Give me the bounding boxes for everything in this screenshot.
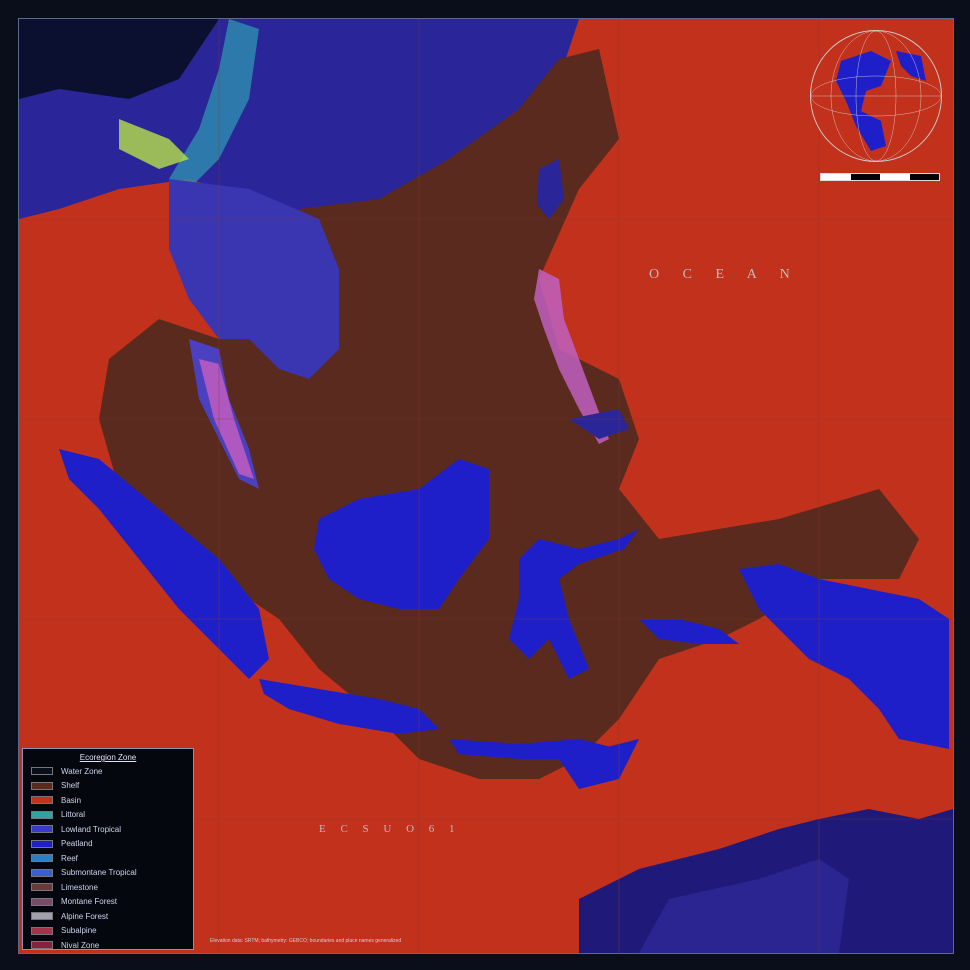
scale-segment xyxy=(880,174,910,180)
legend-item: Lowland Tropical xyxy=(23,822,193,837)
map-credits: Elevation data: SRTM; bathymetry: GEBCO;… xyxy=(210,938,402,944)
scale-bar xyxy=(820,173,940,181)
legend-item: Nival Zone xyxy=(23,938,193,953)
legend-label: Basin xyxy=(61,795,82,805)
map-frame: O C E A N E C S U O 6 1 Ecoregion Zone W… xyxy=(0,0,970,970)
legend-item: Alpine Forest xyxy=(23,909,193,924)
legend-rows: Water Zone Shelf Basin Littoral Lowland Trop… xyxy=(23,764,193,953)
legend-swatch xyxy=(31,883,53,892)
legend-swatch xyxy=(31,825,53,834)
scale-segment xyxy=(821,174,851,180)
legend-swatch xyxy=(31,926,53,935)
legend-title: Ecoregion Zone xyxy=(79,753,137,762)
legend-label: Littoral xyxy=(61,810,86,820)
legend-label: Alpine Forest xyxy=(61,911,109,921)
legend-item: Basin xyxy=(23,793,193,808)
legend-swatch xyxy=(31,796,53,805)
legend-swatch xyxy=(31,839,53,848)
legend-item: Subalpine xyxy=(23,924,193,939)
legend-label: Lowland Tropical xyxy=(61,824,122,834)
legend-label: Water Zone xyxy=(61,766,103,776)
legend-swatch xyxy=(31,767,53,776)
legend-swatch xyxy=(31,810,53,819)
legend-swatch xyxy=(31,868,53,877)
legend-swatch xyxy=(31,941,53,950)
legend-item: Littoral xyxy=(23,808,193,823)
legend-item: Submontane Tropical xyxy=(23,866,193,881)
legend-label: Subalpine xyxy=(61,926,97,936)
legend-item: Water Zone xyxy=(23,764,193,779)
legend-label: Limestone xyxy=(61,882,98,892)
legend-swatch xyxy=(31,912,53,921)
legend-label: Peatland xyxy=(61,839,93,849)
legend-label: Reef xyxy=(61,853,78,863)
ocean-label: O C E A N xyxy=(649,267,800,282)
legend-item: Reef xyxy=(23,851,193,866)
legend-label: Shelf xyxy=(61,781,80,791)
scale-segment xyxy=(850,174,880,180)
legend-swatch xyxy=(31,897,53,906)
map-legend: Ecoregion Zone Water Zone Shelf Basin Litto… xyxy=(22,748,194,950)
scale-segment xyxy=(909,174,939,180)
legend-swatch xyxy=(31,781,53,790)
legend-item: Limestone xyxy=(23,880,193,895)
inset-globe xyxy=(810,30,942,162)
legend-item: Peatland xyxy=(23,837,193,852)
legend-item: Montane Forest xyxy=(23,895,193,910)
legend-item: Shelf xyxy=(23,779,193,794)
inset-globe-svg xyxy=(811,31,941,161)
legend-swatch xyxy=(31,854,53,863)
sea-label: E C S U O 6 1 xyxy=(319,823,461,835)
legend-label: Montane Forest xyxy=(61,897,118,907)
legend-label: Submontane Tropical xyxy=(61,868,137,878)
legend-label: Nival Zone xyxy=(61,940,100,950)
